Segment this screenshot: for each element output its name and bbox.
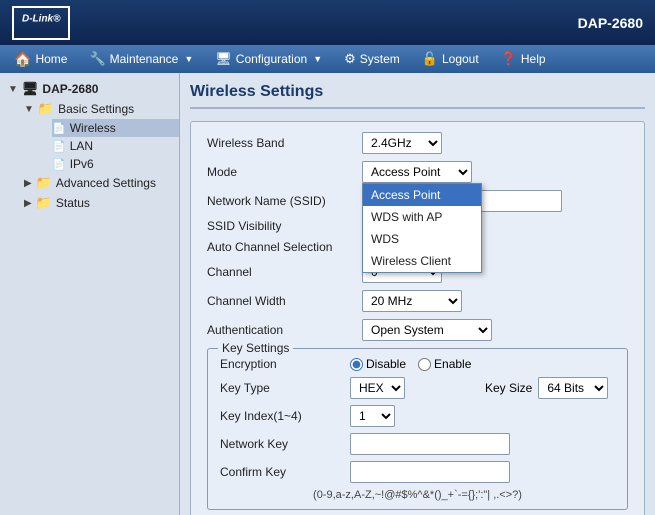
sidebar-basic-settings[interactable]: ▼ 📁 Basic Settings — [16, 99, 179, 119]
folder-icon: 📁 — [38, 101, 54, 117]
mode-option-wds-ap[interactable]: WDS with AP — [363, 206, 481, 228]
key-type-row: Key Type HEX ASCII Key Size 64 Bits 128 … — [220, 377, 615, 399]
channel-width-row: Channel Width 20 MHz 40 MHz — [207, 290, 628, 312]
page-icon-wireless: 📄 — [52, 122, 66, 135]
wireless-form: Wireless Band 2.4GHz 5GHz Mode Access Po… — [190, 121, 645, 515]
network-key-label: Network Key — [220, 437, 350, 451]
sidebar-ipv6[interactable]: 📄 IPv6 — [16, 155, 179, 173]
key-settings-box: Key Settings Encryption Disable Enable — [207, 348, 628, 510]
mode-select[interactable]: Access Point WDS with AP WDS Wireless Cl… — [362, 161, 472, 183]
wireless-band-row: Wireless Band 2.4GHz 5GHz — [207, 132, 628, 154]
encryption-radio-group: Disable Enable — [350, 357, 471, 371]
monitor-icon: 🖥 — [215, 51, 232, 67]
logout-icon: 🔓 — [422, 51, 438, 67]
key-size-select[interactable]: 64 Bits 128 Bits — [538, 377, 608, 399]
encryption-enable-label[interactable]: Enable — [418, 357, 471, 371]
hint-text: (0-9,a-z,A-Z,~!@#$%^&*()_+`-={};':"| ,.<… — [220, 489, 615, 501]
mode-row: Mode Access Point WDS with AP WDS Wirele… — [207, 161, 628, 183]
router-icon: 🖥 — [22, 81, 39, 97]
wireless-band-label: Wireless Band — [207, 136, 362, 150]
key-index-row: Key Index(1~4) 1 2 3 4 — [220, 405, 615, 427]
encryption-enable-radio[interactable] — [418, 358, 431, 371]
wrench-icon: 🔧 — [89, 51, 105, 67]
key-settings-legend: Key Settings — [218, 341, 293, 355]
sidebar-advanced-settings-group: ▶ 📁 Advanced Settings — [0, 173, 179, 193]
configuration-arrow: ▼ — [313, 54, 322, 64]
encryption-disable-label[interactable]: Disable — [350, 357, 406, 371]
help-icon: ❓ — [501, 51, 517, 67]
ssid-label: Network Name (SSID) — [207, 194, 362, 208]
root-expand-icon: ▼ — [8, 84, 18, 95]
channel-width-select[interactable]: 20 MHz 40 MHz — [362, 290, 462, 312]
key-type-select[interactable]: HEX ASCII — [350, 377, 405, 399]
network-key-row: Network Key — [220, 433, 615, 455]
ssid-visibility-label: SSID Visibility — [207, 219, 362, 233]
page-icon-lan: 📄 — [52, 140, 66, 153]
encryption-label: Encryption — [220, 357, 350, 371]
network-key-input[interactable] — [350, 433, 510, 455]
key-index-label: Key Index(1~4) — [220, 409, 350, 423]
folder-icon-status: 📁 — [36, 195, 52, 211]
channel-label: Channel — [207, 265, 362, 279]
model-label: DAP-2680 — [578, 15, 643, 31]
nav-home[interactable]: 🏠 Home — [4, 48, 77, 71]
key-index-select[interactable]: 1 2 3 4 — [350, 405, 395, 427]
auto-channel-label: Auto Channel Selection — [207, 240, 362, 254]
dlink-logo: D-Link® — [12, 6, 70, 40]
mode-option-ap[interactable]: Access Point — [363, 184, 481, 206]
main-layout: ▼ 🖥 DAP-2680 ▼ 📁 Basic Settings 📄 Wirele… — [0, 73, 655, 515]
authentication-label: Authentication — [207, 323, 362, 337]
content-area: Wireless Settings Wireless Band 2.4GHz 5… — [180, 73, 655, 515]
folder-icon-advanced: 📁 — [36, 175, 52, 191]
sidebar-status-group: ▶ 📁 Status — [0, 193, 179, 213]
advanced-expand-icon: ▶ — [24, 178, 32, 189]
navbar: 🏠 Home 🔧 Maintenance ▼ 🖥 Configuration ▼… — [0, 45, 655, 73]
authentication-row: Authentication Open System WPA-Personal … — [207, 319, 628, 341]
sidebar-lan[interactable]: 📄 LAN — [16, 137, 179, 155]
mode-dropdown-wrapper: Access Point WDS with AP WDS Wireless Cl… — [362, 161, 472, 183]
mode-option-wireless-client[interactable]: Wireless Client — [363, 250, 481, 272]
page-title: Wireless Settings — [190, 83, 645, 109]
sidebar-root[interactable]: ▼ 🖥 DAP-2680 — [0, 79, 179, 99]
confirm-key-input[interactable] — [350, 461, 510, 483]
channel-width-label: Channel Width — [207, 294, 362, 308]
authentication-select[interactable]: Open System WPA-Personal WPA2-Personal W… — [362, 319, 492, 341]
basic-expand-icon: ▼ — [24, 104, 34, 115]
nav-logout[interactable]: 🔓 Logout — [412, 48, 489, 70]
confirm-key-row: Confirm Key — [220, 461, 615, 483]
nav-configuration[interactable]: 🖥 Configuration ▼ — [205, 48, 332, 70]
mode-option-wds[interactable]: WDS — [363, 228, 481, 250]
nav-maintenance[interactable]: 🔧 Maintenance ▼ — [79, 48, 203, 70]
sidebar-basic-settings-group: ▼ 📁 Basic Settings 📄 Wireless 📄 LAN 📄 — [0, 99, 179, 173]
sidebar-status[interactable]: ▶ 📁 Status — [16, 193, 179, 213]
maintenance-arrow: ▼ — [184, 54, 193, 64]
confirm-key-label: Confirm Key — [220, 465, 350, 479]
encryption-disable-radio[interactable] — [350, 358, 363, 371]
key-size-label: Key Size — [485, 381, 532, 395]
home-icon: 🏠 — [14, 51, 31, 68]
key-type-label: Key Type — [220, 381, 350, 395]
page-icon-ipv6: 📄 — [52, 158, 66, 171]
mode-label: Mode — [207, 165, 362, 179]
nav-system[interactable]: ⚙ System — [334, 48, 410, 70]
mode-dropdown-menu: Access Point WDS with AP WDS Wireless Cl… — [362, 183, 482, 273]
wireless-band-select[interactable]: 2.4GHz 5GHz — [362, 132, 442, 154]
status-expand-icon: ▶ — [24, 198, 32, 209]
system-icon: ⚙ — [344, 51, 356, 67]
encryption-row: Encryption Disable Enable — [220, 357, 615, 371]
sidebar: ▼ 🖥 DAP-2680 ▼ 📁 Basic Settings 📄 Wirele… — [0, 73, 180, 515]
nav-help[interactable]: ❓ Help — [491, 48, 556, 70]
header: D-Link® DAP-2680 — [0, 0, 655, 45]
sidebar-advanced-settings[interactable]: ▶ 📁 Advanced Settings — [16, 173, 179, 193]
sidebar-wireless[interactable]: 📄 Wireless — [16, 119, 179, 137]
